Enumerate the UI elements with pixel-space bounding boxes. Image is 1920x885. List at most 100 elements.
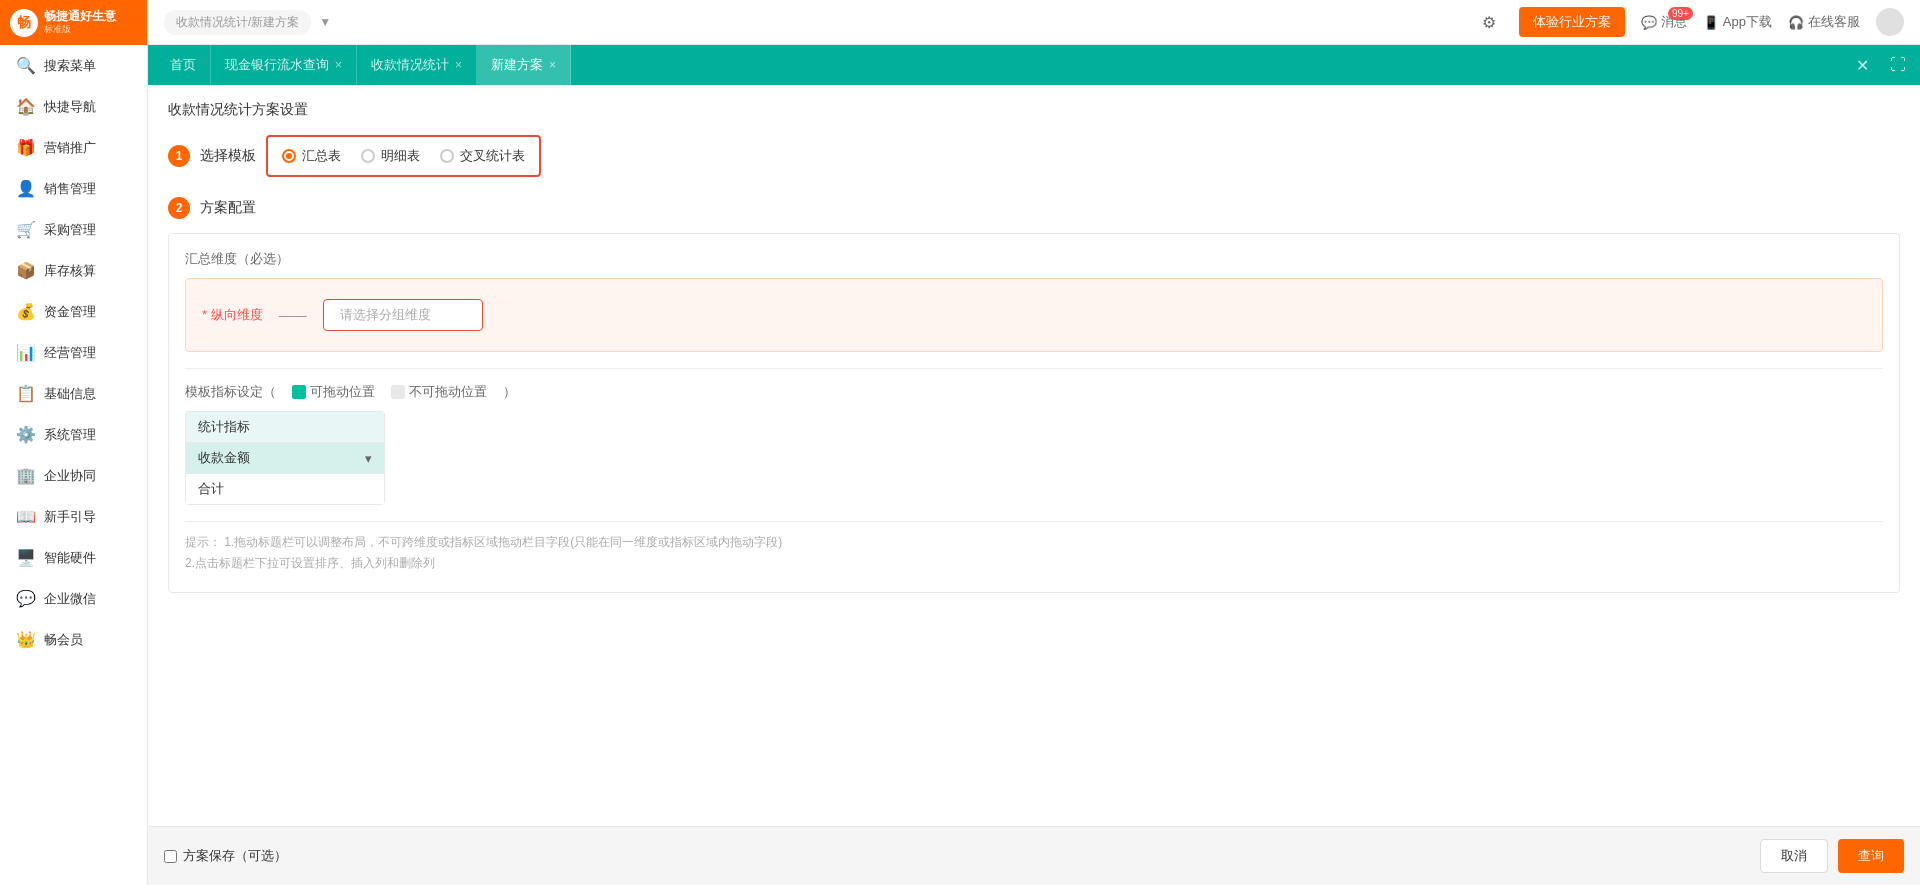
query-button[interactable]: 查询 <box>1838 839 1904 873</box>
step1-header: 1 选择模板 汇总表 明细表 <box>168 135 1900 177</box>
basic-info-icon: 📋 <box>16 384 36 403</box>
dimension-row: 纵向维度 —— 请选择分组维度 <box>202 299 1866 331</box>
sidebar-item-guide[interactable]: 📖 新手引导 <box>0 496 147 537</box>
logo-icon: 畅 <box>10 9 38 37</box>
save-plan-checkbox[interactable] <box>164 850 177 863</box>
tab-bar: 首页 现金银行流水查询 × 收款情况统计 × 新建方案 × ✕ ⛶ <box>148 45 1920 85</box>
radio-summary-label: 汇总表 <box>302 147 341 165</box>
industry-plan-button[interactable]: 体验行业方案 <box>1519 7 1625 37</box>
breadcrumb-area: 收款情况统计/新建方案 ▼ <box>164 10 1459 35</box>
tab-close-new-plan[interactable]: × <box>549 58 556 72</box>
sidebar-item-sales[interactable]: 👤 销售管理 <box>0 168 147 209</box>
sidebar-item-enterprise[interactable]: 🏢 企业协同 <box>0 455 147 496</box>
sidebar-item-purchase[interactable]: 🛒 采购管理 <box>0 209 147 250</box>
online-service-button[interactable]: 🎧 在线客服 <box>1788 13 1860 31</box>
sidebar-item-quick-nav[interactable]: 🏠 快捷导航 <box>0 86 147 127</box>
save-plan-label: 方案保存（可选） <box>183 847 287 865</box>
sidebar-item-basic-info[interactable]: 📋 基础信息 <box>0 373 147 414</box>
metrics-section: 模板指标设定（ 可拖动位置 不可拖动位置 ） <box>185 368 1883 572</box>
message-icon: 💬 <box>1641 15 1657 30</box>
sidebar-nav: 🔍 搜索菜单 🏠 快捷导航 🎁 营销推广 👤 销售管理 🛒 采购管理 📦 库存核… <box>0 45 147 885</box>
sidebar-item-operations[interactable]: 📊 经营管理 <box>0 332 147 373</box>
non-draggable-indicator: 不可拖动位置 <box>391 383 487 401</box>
gear-icon: ⚙ <box>1482 13 1496 32</box>
top-header: 收款情况统计/新建方案 ▼ ⚙ 体验行业方案 💬 消息 99+ 📱 App下载 … <box>148 0 1920 45</box>
wechat-icon: 💬 <box>16 589 36 608</box>
metrics-column-header[interactable]: 收款金额 ▾ <box>186 443 384 474</box>
radio-detail-label: 明细表 <box>381 147 420 165</box>
save-checkbox-area: 方案保存（可选） <box>164 847 287 865</box>
tab-close-bank-flow[interactable]: × <box>335 58 342 72</box>
drag-inactive-icon <box>391 385 405 399</box>
header-right: 💬 消息 99+ 📱 App下载 🎧 在线客服 <box>1641 8 1904 36</box>
tab-expand-button[interactable]: ⛶ <box>1884 51 1912 79</box>
operations-icon: 📊 <box>16 343 36 362</box>
tab-close-all-button[interactable]: ✕ <box>1848 51 1876 79</box>
tab-bank-flow[interactable]: 现金银行流水查询 × <box>211 45 357 85</box>
footer: 方案保存（可选） 取消 查询 <box>148 826 1920 885</box>
dimension-subsection: 汇总维度（必选） 纵向维度 —— 请选择分组维度 <box>185 250 1883 352</box>
radio-cross-label: 交叉统计表 <box>460 147 525 165</box>
metrics-section-title: 模板指标设定（ <box>185 383 276 401</box>
sales-icon: 👤 <box>16 179 36 198</box>
sidebar-item-inventory[interactable]: 📦 库存核算 <box>0 250 147 291</box>
tab-receipt-stats[interactable]: 收款情况统计 × <box>357 45 477 85</box>
tab-bar-actions: ✕ ⛶ <box>1848 51 1912 79</box>
dimension-area: 纵向维度 —— 请选择分组维度 <box>185 278 1883 352</box>
content-inner: 收款情况统计方案设置 1 选择模板 汇总表 <box>148 85 1920 826</box>
sidebar-item-finance[interactable]: 💰 资金管理 <box>0 291 147 332</box>
logo-text: 畅捷通好生意 标准版 <box>44 9 116 36</box>
step2-title: 方案配置 <box>200 199 256 217</box>
radio-detail[interactable]: 明细表 <box>361 147 420 165</box>
metrics-table: 统计指标 收款金额 ▾ 合计 <box>185 411 385 505</box>
system-icon: ⚙️ <box>16 425 36 444</box>
notification-button[interactable]: 💬 消息 99+ <box>1641 13 1687 31</box>
sidebar-item-marketing[interactable]: 🎁 营销推广 <box>0 127 147 168</box>
enterprise-icon: 🏢 <box>16 466 36 485</box>
metrics-table-header: 统计指标 <box>186 412 384 443</box>
notification-badge: 99+ <box>1668 7 1693 20</box>
step1-badge: 1 <box>168 145 190 167</box>
purchase-icon: 🛒 <box>16 220 36 239</box>
radio-summary[interactable]: 汇总表 <box>282 147 341 165</box>
service-icon: 🎧 <box>1788 15 1804 30</box>
tab-home[interactable]: 首页 <box>156 45 211 85</box>
chevron-down-icon: ▾ <box>365 451 372 466</box>
content-area: 收款情况统计方案设置 1 选择模板 汇总表 <box>148 85 1920 885</box>
breadcrumb: 收款情况统计/新建方案 <box>164 10 311 35</box>
sidebar-logo: 畅 畅捷通好生意 标准版 <box>0 0 147 45</box>
sidebar-item-search-menu[interactable]: 🔍 搜索菜单 <box>0 45 147 86</box>
tab-new-plan[interactable]: 新建方案 × <box>477 45 571 85</box>
avatar[interactable] <box>1876 8 1904 36</box>
sidebar-item-hardware[interactable]: 🖥️ 智能硬件 <box>0 537 147 578</box>
row-dimension-label: 纵向维度 <box>202 306 263 324</box>
draggable-indicator: 可拖动位置 <box>292 383 375 401</box>
main-content: 收款情况统计/新建方案 ▼ ⚙ 体验行业方案 💬 消息 99+ 📱 App下载 … <box>148 0 1920 885</box>
app-download-button[interactable]: 📱 App下载 <box>1703 13 1772 31</box>
dimension-section-title: 汇总维度（必选） <box>185 250 1883 268</box>
step2-badge: 2 <box>168 197 190 219</box>
radio-summary-circle <box>282 149 296 163</box>
footer-buttons: 取消 查询 <box>1760 839 1904 873</box>
dropdown-arrow-icon[interactable]: ▼ <box>319 15 331 29</box>
hardware-icon: 🖥️ <box>16 548 36 567</box>
step1-title: 选择模板 <box>200 147 256 165</box>
radio-cross[interactable]: 交叉统计表 <box>440 147 525 165</box>
marketing-icon: 🎁 <box>16 138 36 157</box>
dimension-arrow-icon: —— <box>279 307 307 323</box>
quick-nav-icon: 🏠 <box>16 97 36 116</box>
metrics-header-row: 模板指标设定（ 可拖动位置 不可拖动位置 ） <box>185 383 1883 401</box>
tips-section: 提示： 1.拖动标题栏可以调整布局，不可跨维度或指标区域拖动栏目字段(只能在同一… <box>185 521 1883 572</box>
cancel-button[interactable]: 取消 <box>1760 839 1828 873</box>
settings-button[interactable]: ⚙ <box>1475 8 1503 36</box>
tip-2: 2.点击标题栏下拉可设置排序、插入列和删除列 <box>185 555 1883 572</box>
draggable-label: 可拖动位置 <box>310 383 375 401</box>
sidebar-item-wechat[interactable]: 💬 企业微信 <box>0 578 147 619</box>
drag-active-icon <box>292 385 306 399</box>
step2-header: 2 方案配置 <box>168 197 1900 219</box>
tab-close-receipt-stats[interactable]: × <box>455 58 462 72</box>
dimension-select[interactable]: 请选择分组维度 <box>323 299 483 331</box>
logo-badge: 标准版 <box>44 24 116 36</box>
sidebar-item-system[interactable]: ⚙️ 系统管理 <box>0 414 147 455</box>
sidebar-item-member[interactable]: 👑 畅会员 <box>0 619 147 660</box>
